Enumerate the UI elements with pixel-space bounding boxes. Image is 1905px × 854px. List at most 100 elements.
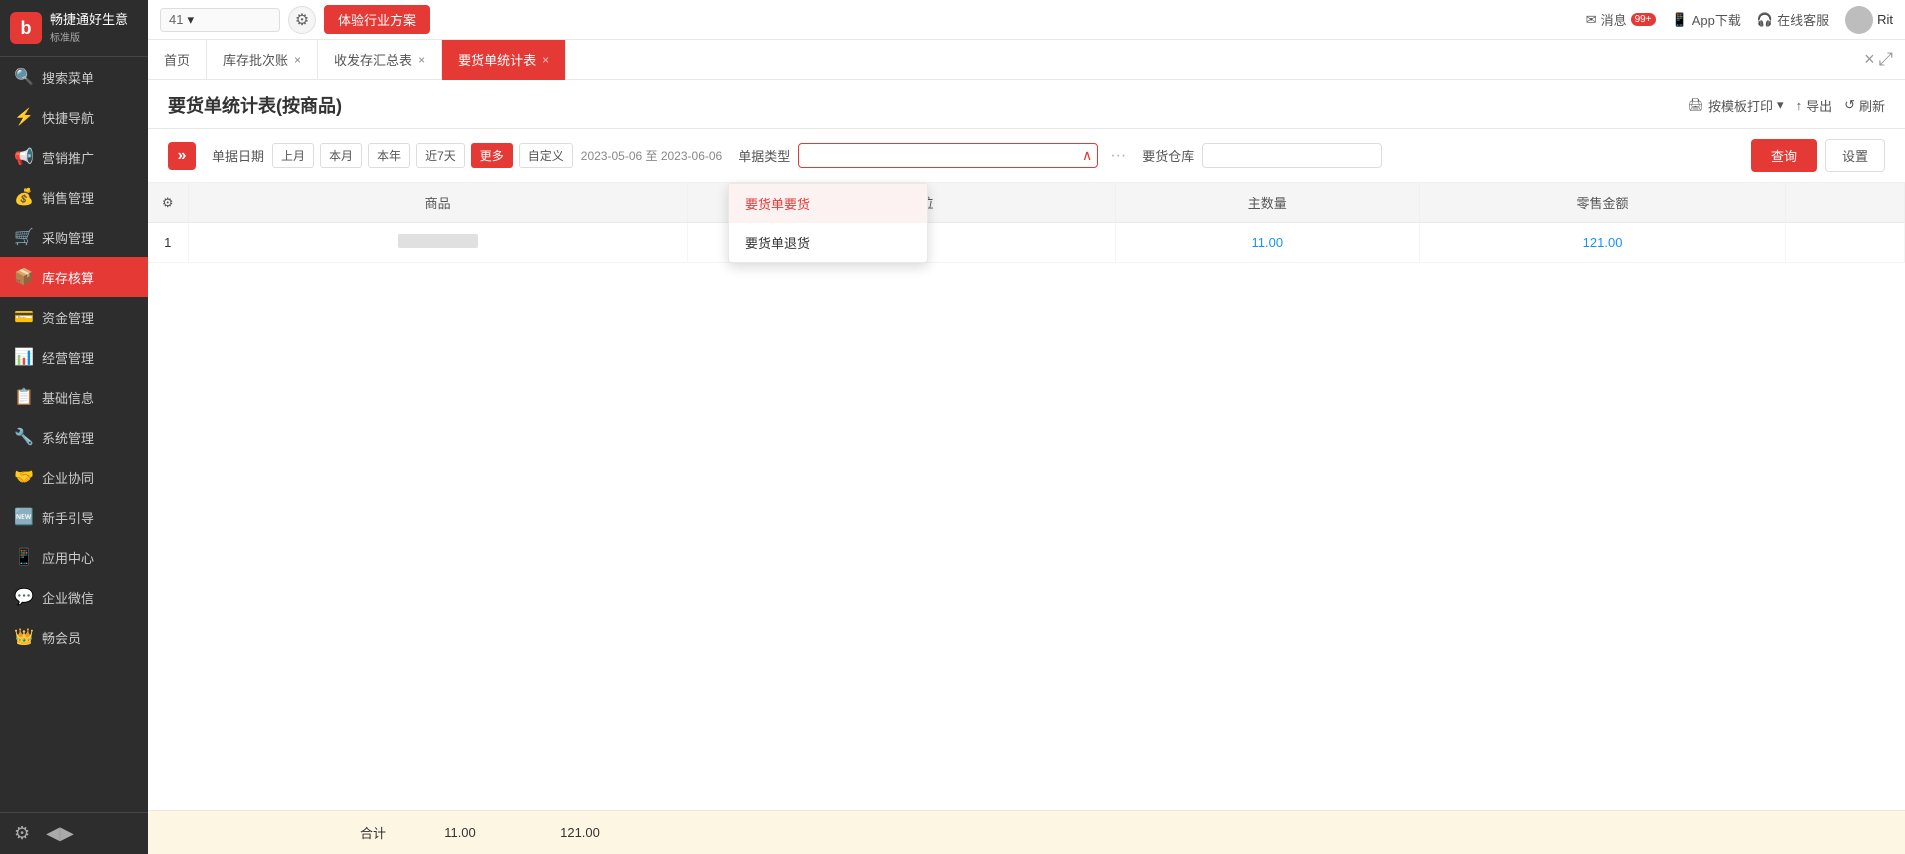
sidebar-item-base[interactable]: 📋 基础信息 <box>0 377 148 417</box>
filter-bar: » 单据日期 上月 本月 本年 近7天 更多 自定义 2023-05-06 至 … <box>148 129 1905 183</box>
sidebar-item-label: 基础信息 <box>42 388 94 407</box>
app-download-label: App下载 <box>1692 10 1741 29</box>
inventory-icon: 📦 <box>14 267 34 287</box>
filter-type-arrow[interactable]: ∧ <box>1082 147 1092 164</box>
table-footer: 合计 11.00 121.00 <box>148 810 1905 854</box>
export-button[interactable]: ↑ 导出 <box>1796 96 1833 115</box>
expand-icon: × <box>1864 49 1875 70</box>
sidebar-item-search[interactable]: 🔍搜索菜单 <box>0 57 148 97</box>
quantity-link[interactable]: 11.00 <box>1252 235 1284 250</box>
base-icon: 📋 <box>14 387 34 407</box>
tab-inventory-batch-label: 库存批次账 <box>223 50 288 69</box>
date-this-year-button[interactable]: 本年 <box>368 143 410 168</box>
sidebar-item-inventory[interactable]: 📦库存核算 <box>0 257 148 297</box>
print-arrow-icon: ▾ <box>1777 97 1784 113</box>
filter-expand-button[interactable]: » <box>168 142 196 170</box>
sidebar-item-purchase[interactable]: 🛒采购管理 <box>0 217 148 257</box>
sidebar-item-finance[interactable]: 💳资金管理 <box>0 297 148 337</box>
filter-type-input-wrapper: ∧ <box>798 143 1098 168</box>
dropdown-item-requisition-return[interactable]: 要货单退货 <box>729 223 927 262</box>
wechat-icon: 💬 <box>14 587 34 607</box>
table-row: 1 块 11.00 121.00 <box>148 223 1905 263</box>
tab-receipt-summary[interactable]: 收发存汇总表 × <box>318 40 442 80</box>
filter-type-dots[interactable]: ··· <box>1110 147 1126 165</box>
tab-inventory-batch[interactable]: 库存批次账 × <box>207 40 318 80</box>
date-custom-button[interactable]: 自定义 <box>519 143 573 168</box>
filter-warehouse-input[interactable] <box>1202 143 1382 168</box>
date-last-7days-button[interactable]: 近7天 <box>416 143 465 168</box>
refresh-button[interactable]: ↺ 刷新 <box>1844 96 1885 115</box>
topbar: 41 ▾ ⚙ 体验行业方案 ✉ 消息 99+ 📱 App下载 🎧 在线客服 R <box>148 0 1905 40</box>
sidebar-item-wechat[interactable]: 💬企业微信 <box>0 577 148 617</box>
tab-requisition-summary[interactable]: 要货单统计表 × <box>442 40 566 80</box>
print-button[interactable]: 🖨 按模板打印 ▾ <box>1688 96 1784 115</box>
date-range-text: 2023-05-06 至 2023-06-06 <box>581 147 722 164</box>
purchase-icon: 🛒 <box>14 227 34 247</box>
table-container: ⚙ 商品 主计量单位 主数量 零售金额 1 <box>148 183 1905 810</box>
maximize-icon: ⤢ <box>1879 49 1893 70</box>
company-dropdown-icon: ▾ <box>187 12 194 28</box>
sidebar-item-guide[interactable]: 🆕新手引导 <box>0 497 148 537</box>
sidebar-scroll: 🔍搜索菜单⚡快捷导航📢营销推广💰销售管理🛒采购管理📦库存核算💳资金管理📊经营管理… <box>0 57 148 812</box>
page-actions: 🖨 按模板打印 ▾ ↑ 导出 ↺ 刷新 <box>1688 96 1886 115</box>
sidebar-collapse-icon[interactable]: ◀▶ <box>46 823 74 844</box>
sidebar-item-shortcut[interactable]: ⚡快捷导航 <box>0 97 148 137</box>
app-name: 畅捷通好生意 <box>50 12 128 29</box>
print-icon: 🖨 <box>1688 97 1705 113</box>
type-dropdown: 要货单要货 要货单退货 <box>728 183 928 263</box>
data-table: ⚙ 商品 主计量单位 主数量 零售金额 1 <box>148 183 1905 263</box>
dropdown-item-requisition-order[interactable]: 要货单要货 <box>729 184 927 223</box>
tab-home[interactable]: 首页 <box>148 40 207 80</box>
amount-link[interactable]: 121.00 <box>1583 235 1623 250</box>
company-selector[interactable]: 41 ▾ <box>160 8 280 32</box>
sidebar-item-label: 系统管理 <box>42 428 94 447</box>
export-icon: ↑ <box>1796 98 1803 113</box>
filter-type-label: 单据类型 <box>738 146 790 165</box>
sidebar-item-operations[interactable]: 📊经营管理 <box>0 337 148 377</box>
sidebar-item-label: 企业协同 <box>42 468 94 487</box>
tab-receipt-summary-close[interactable]: × <box>418 53 425 67</box>
tab-home-label: 首页 <box>164 50 190 69</box>
table-col-amount: 零售金额 <box>1419 183 1785 223</box>
filter-type-input[interactable] <box>798 143 1098 168</box>
tab-requisition-summary-label: 要货单统计表 <box>458 50 536 69</box>
filter-warehouse-group: 要货仓库 <box>1142 143 1382 168</box>
online-service-button[interactable]: 🎧 在线客服 <box>1757 10 1829 29</box>
date-last-month-button[interactable]: 上月 <box>272 143 314 168</box>
table-header-row: ⚙ 商品 主计量单位 主数量 零售金额 <box>148 183 1905 223</box>
sidebar-item-apps[interactable]: 📱应用中心 <box>0 537 148 577</box>
tab-expand-button[interactable]: × ⤢ <box>1852 49 1905 70</box>
sidebar-item-enterprise[interactable]: 🤝企业协同 <box>0 457 148 497</box>
date-more-button[interactable]: 更多 <box>471 143 513 168</box>
sidebar-item-label: 资金管理 <box>42 308 94 327</box>
sidebar-item-label: 销售管理 <box>42 188 94 207</box>
table-col-quantity: 主数量 <box>1115 183 1419 223</box>
filter-date-group: 单据日期 上月 本月 本年 近7天 更多 自定义 2023-05-06 至 20… <box>212 143 722 168</box>
main-area: 41 ▾ ⚙ 体验行业方案 ✉ 消息 99+ 📱 App下载 🎧 在线客服 R <box>148 0 1905 854</box>
trial-industry-button[interactable]: 体验行业方案 <box>324 5 430 34</box>
table-settings-icon[interactable]: ⚙ <box>148 183 188 223</box>
settings-filter-button[interactable]: 设置 <box>1825 139 1885 172</box>
message-label: 消息 <box>1601 10 1627 29</box>
guide-icon: 🆕 <box>14 507 34 527</box>
sidebar-logo: b 畅捷通好生意 标准版 <box>0 0 148 57</box>
member-icon: 👑 <box>14 627 34 647</box>
tab-inventory-batch-close[interactable]: × <box>294 53 301 67</box>
message-button[interactable]: ✉ 消息 99+ <box>1586 10 1656 29</box>
sidebar-item-system[interactable]: 🔧系统管理 <box>0 417 148 457</box>
date-this-month-button[interactable]: 本月 <box>320 143 362 168</box>
sidebar-item-sales[interactable]: 💰销售管理 <box>0 177 148 217</box>
sidebar-item-member[interactable]: 👑畅会员 <box>0 617 148 657</box>
sidebar-settings-icon[interactable]: ⚙ <box>14 823 30 844</box>
date-quick-buttons: 上月 本月 本年 近7天 更多 自定义 <box>272 143 573 168</box>
query-button[interactable]: 查询 <box>1751 139 1817 172</box>
app-download-button[interactable]: 📱 App下载 <box>1672 10 1741 29</box>
apps-icon: 📱 <box>14 547 34 567</box>
topbar-settings-button[interactable]: ⚙ <box>288 6 316 34</box>
company-num: 41 <box>169 12 183 27</box>
table-cell-extra <box>1786 223 1905 263</box>
tab-requisition-summary-close[interactable]: × <box>542 53 549 67</box>
sidebar-item-marketing[interactable]: 📢营销推广 <box>0 137 148 177</box>
filter-expand-icon: » <box>178 147 187 165</box>
user-menu[interactable]: Rit <box>1845 6 1893 34</box>
